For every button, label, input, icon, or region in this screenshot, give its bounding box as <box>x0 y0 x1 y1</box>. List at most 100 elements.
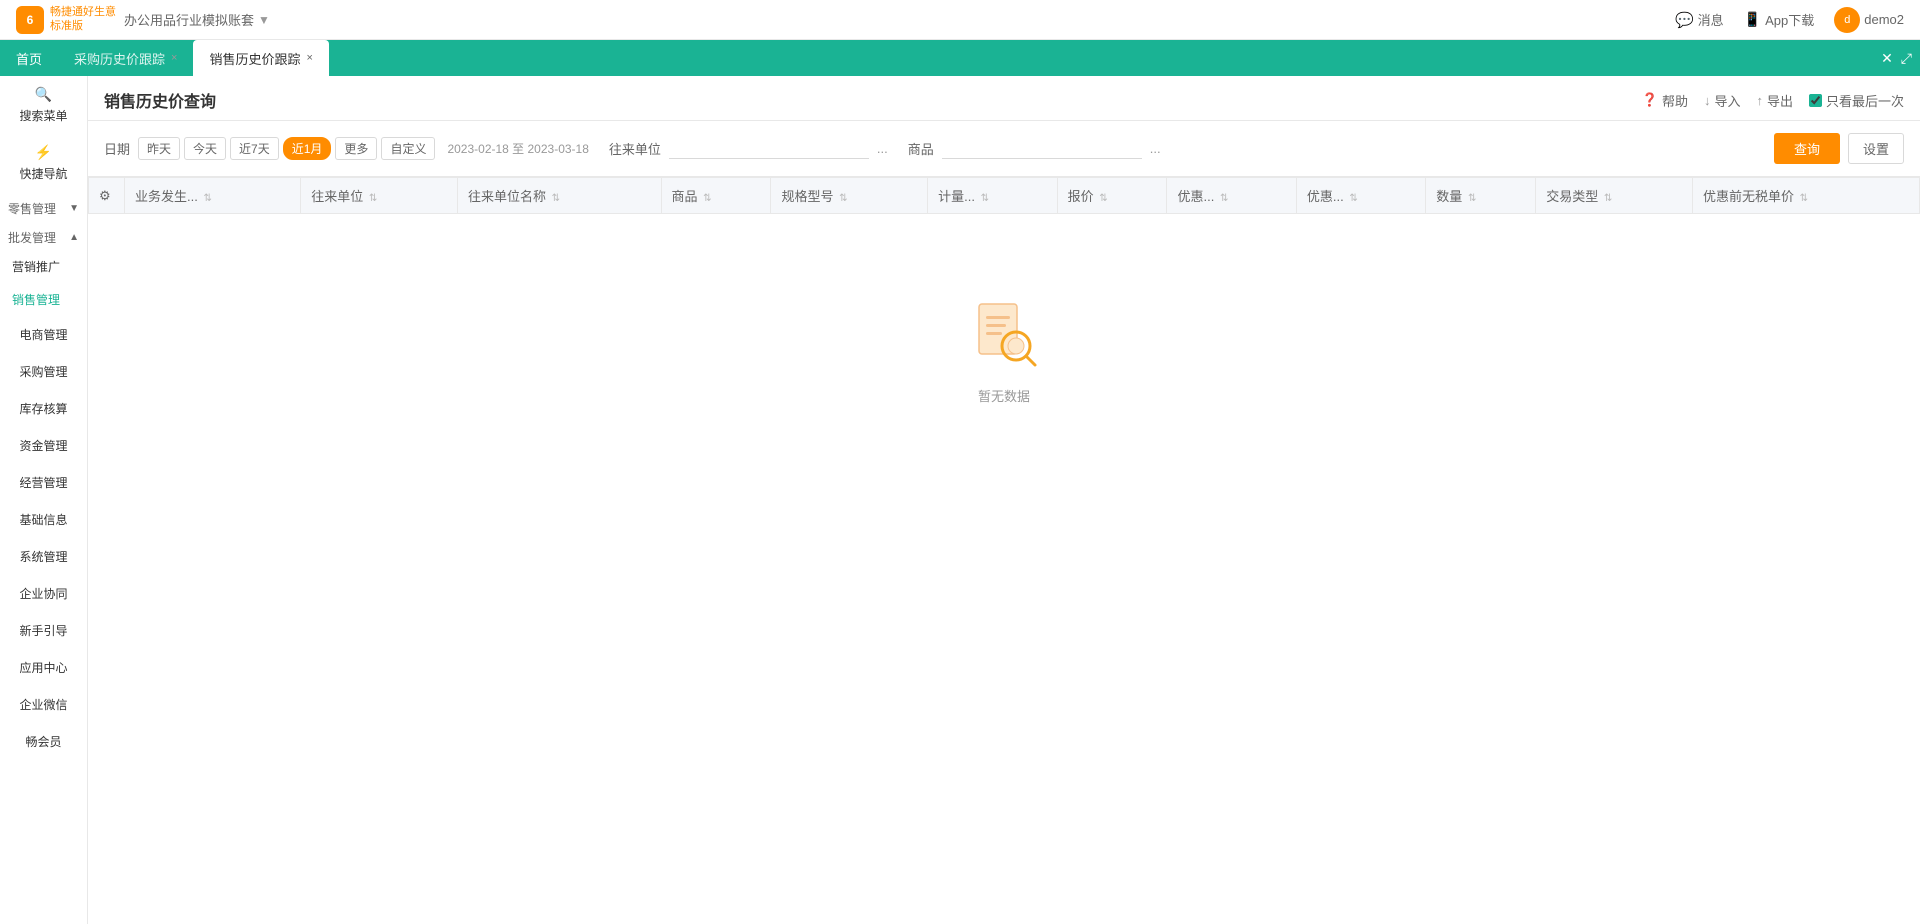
export-icon: ↑ <box>1756 93 1763 108</box>
sort-icon-pretax-price: ⇅ <box>1800 193 1808 204</box>
sidebar-item-finance[interactable]: 资金管理 <box>0 427 87 464</box>
sidebar-item-quicknav[interactable]: ⚡ 快捷导航 <box>0 134 87 192</box>
help-button[interactable]: ❓ 帮助 <box>1642 91 1688 110</box>
product-input[interactable] <box>942 139 1142 159</box>
tab-bar: 首页 采购历史价跟踪 × 销售历史价跟踪 × ✕ ⤢ <box>0 40 1920 76</box>
filter-bar: 日期 昨天 今天 近7天 近1月 更多 自定义 2023-02-18 至 202… <box>88 121 1920 177</box>
date-btn-yesterday[interactable]: 昨天 <box>138 137 180 160</box>
chevron-up-icon: ▲ <box>69 232 79 243</box>
product-label: 商品 <box>908 139 934 158</box>
table-header: ⚙ 业务发生... ⇅ 往来单位 ⇅ 往来单位名称 <box>89 178 1920 214</box>
sidebar-item-marketing[interactable]: 营销推广 <box>0 250 87 283</box>
sort-icon-product: ⇅ <box>703 193 711 204</box>
sidebar-item-ecommerce[interactable]: 电商管理 <box>0 316 87 353</box>
col-discount1[interactable]: 优惠... ⇅ <box>1167 178 1296 214</box>
tab-home[interactable]: 首页 <box>0 40 58 76</box>
col-product[interactable]: 商品 ⇅ <box>661 178 771 214</box>
sort-icon-unit: ⇅ <box>981 193 989 204</box>
message-button[interactable]: 💬 消息 <box>1675 10 1724 29</box>
setting-button[interactable]: 设置 <box>1848 133 1904 164</box>
sidebar-item-system[interactable]: 系统管理 <box>0 538 87 575</box>
app-download-button[interactable]: 📱 App下载 <box>1744 10 1815 29</box>
app-title[interactable]: 办公用品行业模拟账套 ▼ <box>124 10 270 29</box>
partner-dots: ... <box>877 141 888 156</box>
only-last-checkbox-area[interactable]: 只看最后一次 <box>1809 91 1904 110</box>
product-filter: 商品 ... <box>908 139 1161 159</box>
empty-state: 暂无数据 <box>88 214 1920 485</box>
col-business-date[interactable]: 业务发生... ⇅ <box>125 178 301 214</box>
sidebar-item-app-center[interactable]: 应用中心 <box>0 649 87 686</box>
col-partner-code[interactable]: 往来单位 ⇅ <box>301 178 458 214</box>
message-icon: 💬 <box>1675 11 1694 29</box>
sort-icon-discount1: ⇅ <box>1220 193 1228 204</box>
col-quote[interactable]: 报价 ⇅ <box>1057 178 1167 214</box>
page-header: 销售历史价查询 ❓ 帮助 ↓ 导入 ↑ 导出 <box>88 76 1920 121</box>
content-area: 销售历史价查询 ❓ 帮助 ↓ 导入 ↑ 导出 <box>88 76 1920 924</box>
col-quantity[interactable]: 数量 ⇅ <box>1426 178 1536 214</box>
settings-icon[interactable]: ⚙ <box>99 188 111 203</box>
only-last-checkbox[interactable] <box>1809 94 1822 107</box>
phone-icon: 📱 <box>1744 11 1761 28</box>
sort-icon-business-date: ⇅ <box>203 193 211 204</box>
partner-input[interactable] <box>669 139 869 159</box>
user-menu[interactable]: d demo2 <box>1834 7 1904 33</box>
import-button[interactable]: ↓ 导入 <box>1704 91 1741 110</box>
sidebar-item-operations[interactable]: 经营管理 <box>0 464 87 501</box>
date-buttons: 昨天 今天 近7天 近1月 更多 自定义 <box>138 137 435 160</box>
tab-sales-close[interactable]: × <box>306 52 312 64</box>
sort-icon-partner-code: ⇅ <box>369 193 377 204</box>
export-button[interactable]: ↑ 导出 <box>1756 91 1793 110</box>
col-partner-name[interactable]: 往来单位名称 ⇅ <box>457 178 661 214</box>
logo-area: 6 畅捷通好生意 标准版 <box>16 6 116 34</box>
sidebar-item-basic-info[interactable]: 基础信息 <box>0 501 87 538</box>
sidebar-item-retail[interactable]: 零售管理 ▼ <box>0 192 87 221</box>
close-window-icon[interactable]: ✕ <box>1881 50 1893 67</box>
sort-icon-quantity: ⇅ <box>1468 193 1476 204</box>
sidebar-item-members[interactable]: 畅会员 <box>0 723 87 760</box>
date-btn-1month[interactable]: 近1月 <box>283 137 332 160</box>
sort-icon-partner-name: ⇅ <box>552 193 560 204</box>
tab-sales-history[interactable]: 销售历史价跟踪 × <box>193 40 328 76</box>
sort-icon-spec: ⇅ <box>839 193 847 204</box>
col-spec[interactable]: 规格型号 ⇅ <box>771 178 928 214</box>
page-container: 销售历史价查询 ❓ 帮助 ↓ 导入 ↑ 导出 <box>88 76 1920 924</box>
col-pretax-price[interactable]: 优惠前无税单价 ⇅ <box>1692 178 1919 214</box>
date-btn-7days[interactable]: 近7天 <box>230 137 279 160</box>
filter-row: 日期 昨天 今天 近7天 近1月 更多 自定义 2023-02-18 至 202… <box>104 133 1904 164</box>
date-range: 2023-02-18 至 2023-03-18 <box>447 140 588 157</box>
sidebar-item-search[interactable]: 🔍 搜索菜单 <box>0 76 87 134</box>
sort-icon-quote: ⇅ <box>1099 193 1107 204</box>
data-table: ⚙ 业务发生... ⇅ 往来单位 ⇅ 往来单位名称 <box>88 177 1920 214</box>
sidebar-item-inventory[interactable]: 库存核算 <box>0 390 87 427</box>
date-btn-today[interactable]: 今天 <box>184 137 226 160</box>
sidebar-item-wholesale[interactable]: 批发管理 ▲ <box>0 221 87 250</box>
sidebar-item-sales[interactable]: 销售管理 <box>0 283 87 316</box>
empty-icon <box>964 294 1044 374</box>
table-container: ⚙ 业务发生... ⇅ 往来单位 ⇅ 往来单位名称 <box>88 177 1920 924</box>
sidebar-item-wechat[interactable]: 企业微信 <box>0 686 87 723</box>
sidebar-item-enterprise[interactable]: 企业协同 <box>0 575 87 612</box>
date-btn-more[interactable]: 更多 <box>335 137 377 160</box>
col-unit[interactable]: 计量... ⇅ <box>928 178 1057 214</box>
page-title: 销售历史价查询 <box>104 88 216 112</box>
tab-purchase-close[interactable]: × <box>171 52 177 64</box>
import-icon: ↓ <box>1704 93 1711 108</box>
tab-purchase-history[interactable]: 采购历史价跟踪 × <box>58 40 193 76</box>
col-discount2[interactable]: 优惠... ⇅ <box>1296 178 1425 214</box>
col-trade-type[interactable]: 交易类型 ⇅ <box>1536 178 1693 214</box>
dropdown-icon[interactable]: ▼ <box>258 13 270 27</box>
date-btn-custom[interactable]: 自定义 <box>381 137 435 160</box>
chevron-down-icon: ▼ <box>69 203 79 214</box>
tab-bar-actions: ✕ ⤢ <box>1881 50 1920 67</box>
top-bar-right: 💬 消息 📱 App下载 d demo2 <box>1675 7 1904 33</box>
query-button[interactable]: 查询 <box>1774 133 1840 164</box>
sidebar: 🔍 搜索菜单 ⚡ 快捷导航 零售管理 ▼ 批发管理 ▲ 营销推广 销售管理 电商… <box>0 76 88 924</box>
avatar: d <box>1834 7 1860 33</box>
date-label: 日期 <box>104 139 130 158</box>
col-settings[interactable]: ⚙ <box>89 178 125 214</box>
top-bar-left: 6 畅捷通好生意 标准版 办公用品行业模拟账套 ▼ <box>16 6 270 34</box>
nav-icon: ⚡ <box>35 144 52 161</box>
maximize-icon[interactable]: ⤢ <box>1901 50 1912 67</box>
sidebar-item-purchase[interactable]: 采购管理 <box>0 353 87 390</box>
sidebar-item-guide[interactable]: 新手引导 <box>0 612 87 649</box>
